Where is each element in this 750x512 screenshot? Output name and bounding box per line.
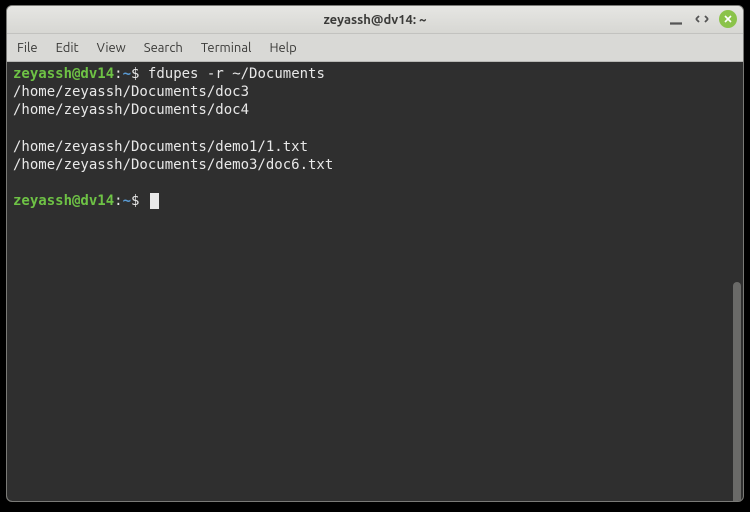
output-line: /home/zeyassh/Documents/doc4	[13, 102, 249, 118]
cursor	[150, 193, 159, 209]
maximize-icon	[693, 10, 711, 28]
menu-edit[interactable]: Edit	[56, 41, 79, 55]
menu-view[interactable]: View	[97, 41, 126, 55]
prompt-dollar: $	[131, 66, 139, 82]
command-text: fdupes -r ~/Documents	[148, 66, 325, 82]
output-line: /home/zeyassh/Documents/doc3	[13, 84, 249, 100]
scrollbar[interactable]	[731, 62, 743, 501]
menu-terminal[interactable]: Terminal	[201, 41, 252, 55]
close-icon	[723, 14, 733, 24]
menu-help[interactable]: Help	[269, 41, 296, 55]
menubar: File Edit View Search Terminal Help	[7, 34, 743, 62]
terminal-window: zeyassh@dv14: ~ File Edit View Searc	[6, 5, 744, 502]
maximize-button[interactable]	[693, 10, 711, 28]
close-button[interactable]	[719, 10, 737, 28]
prompt-path: ~	[123, 66, 131, 82]
window-controls	[667, 10, 737, 28]
window-title: zeyassh@dv14: ~	[323, 13, 426, 27]
prompt-path: ~	[123, 193, 131, 209]
output-line: /home/zeyassh/Documents/demo1/1.txt	[13, 139, 308, 155]
scrollbar-thumb[interactable]	[733, 282, 741, 502]
output-line: /home/zeyassh/Documents/demo3/doc6.txt	[13, 157, 333, 173]
menu-search[interactable]: Search	[144, 41, 183, 55]
terminal-content[interactable]: zeyassh@dv14:~$ fdupes -r ~/Documents /h…	[7, 62, 731, 501]
prompt-user-host: zeyassh@dv14	[13, 66, 114, 82]
prompt-dollar: $	[131, 193, 139, 209]
prompt-colon: :	[114, 66, 122, 82]
terminal-area[interactable]: zeyassh@dv14:~$ fdupes -r ~/Documents /h…	[7, 62, 743, 501]
minimize-icon	[667, 10, 685, 28]
titlebar: zeyassh@dv14: ~	[7, 6, 743, 34]
prompt-colon: :	[114, 193, 122, 209]
menu-file[interactable]: File	[17, 41, 38, 55]
minimize-button[interactable]	[667, 10, 685, 28]
prompt-user-host: zeyassh@dv14	[13, 193, 114, 209]
